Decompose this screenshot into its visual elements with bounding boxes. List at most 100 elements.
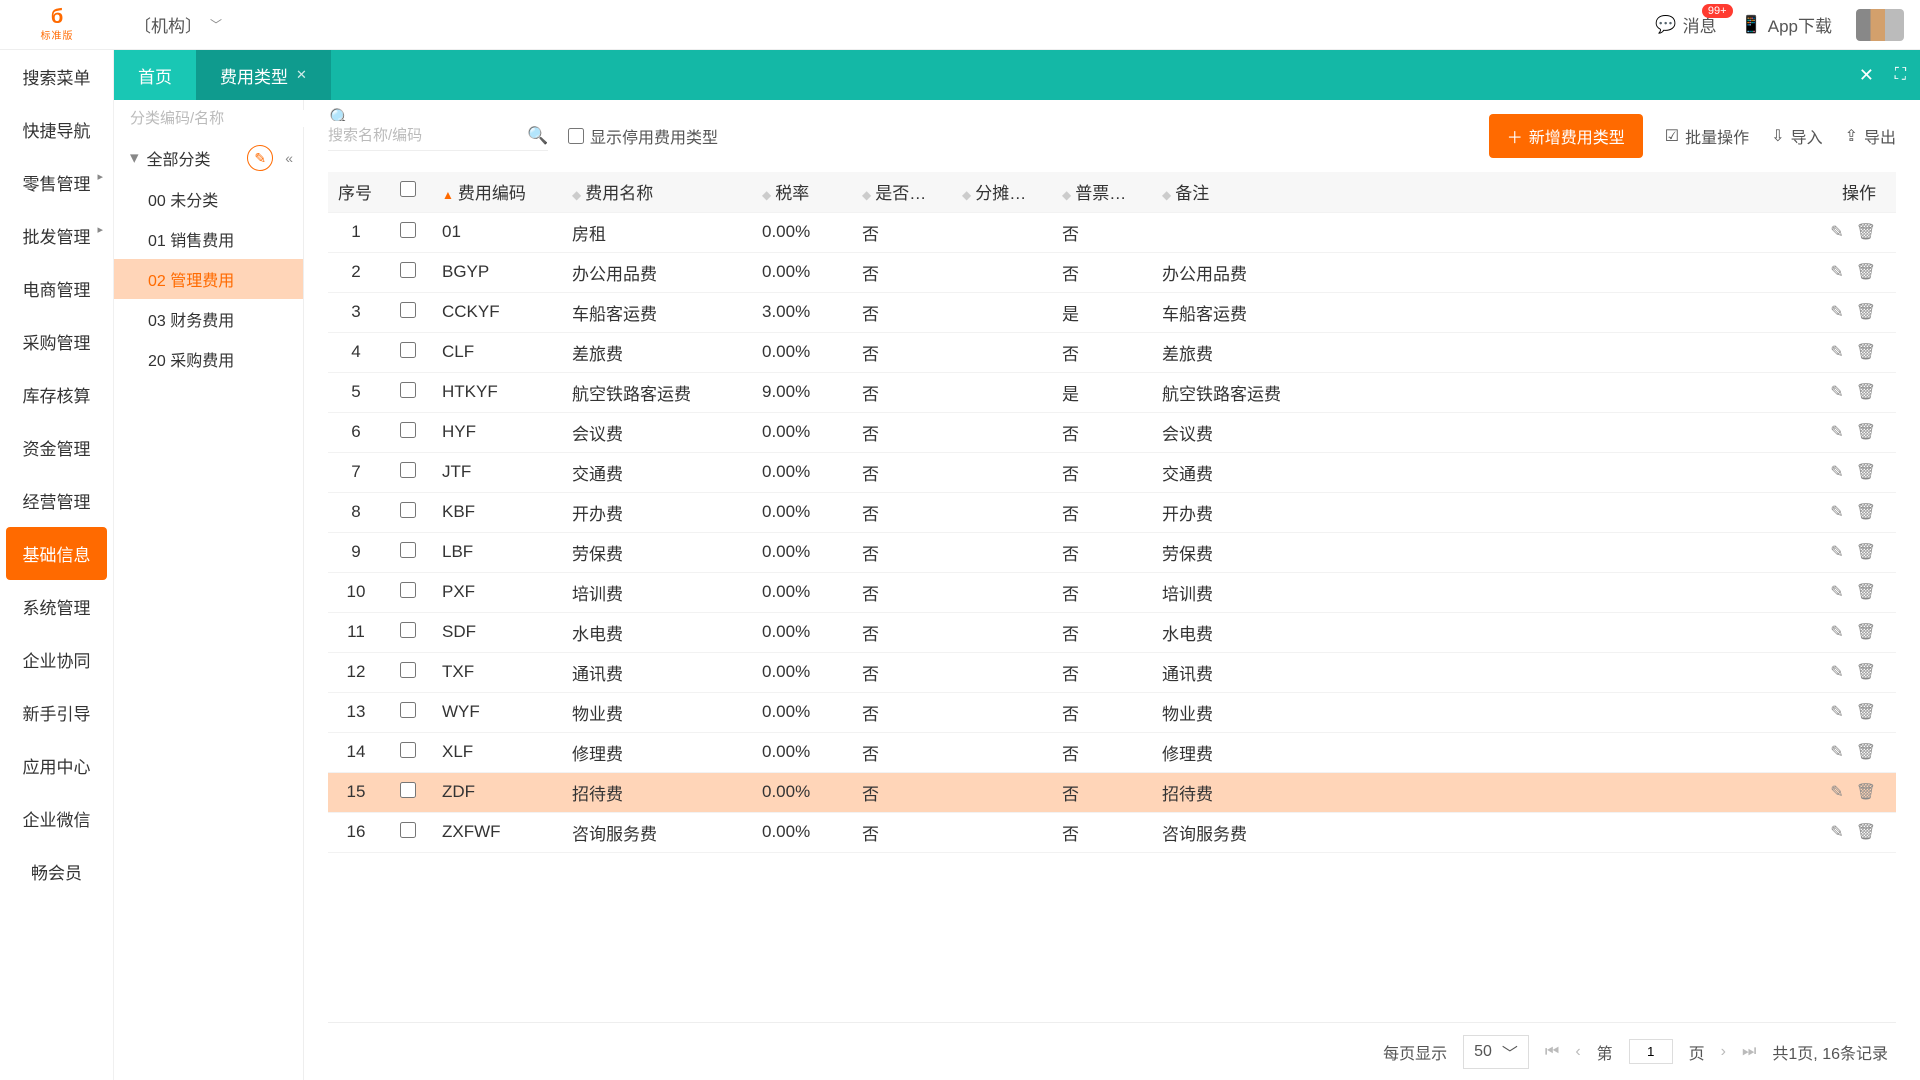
category-all[interactable]: 全部分类 — [147, 146, 240, 170]
select-all-checkbox[interactable] — [400, 181, 416, 197]
user-avatar[interactable] — [1856, 9, 1904, 41]
edit-icon[interactable]: ✎ — [1830, 344, 1843, 361]
col-code[interactable]: ▲费用编码 — [432, 172, 562, 212]
row-checkbox[interactable] — [400, 542, 416, 558]
sidebar-item[interactable]: 快捷导航 — [0, 103, 113, 156]
sidebar-item[interactable]: 电商管理 — [0, 262, 113, 315]
category-search-input[interactable] — [130, 110, 329, 127]
row-checkbox[interactable] — [400, 222, 416, 238]
delete-icon[interactable]: 🗑 — [1856, 224, 1876, 241]
delete-icon[interactable]: 🗑 — [1856, 704, 1876, 721]
sidebar-item[interactable]: 经营管理 — [0, 474, 113, 527]
row-checkbox[interactable] — [400, 782, 416, 798]
edit-icon[interactable]: ✎ — [1830, 384, 1843, 401]
delete-icon[interactable]: 🗑 — [1856, 504, 1876, 521]
row-checkbox[interactable] — [400, 742, 416, 758]
sidebar-item[interactable]: 新手引导 — [0, 686, 113, 739]
delete-icon[interactable]: 🗑 — [1856, 424, 1876, 441]
category-item[interactable]: 00 未分类 — [114, 179, 303, 219]
sidebar-item[interactable]: 系统管理 — [0, 580, 113, 633]
edit-icon[interactable]: ✎ — [1830, 304, 1843, 321]
edit-icon[interactable]: ✎ — [1830, 664, 1843, 681]
table-row[interactable]: 12TXF通讯费0.00%否否通讯费✎🗑 — [328, 652, 1896, 692]
row-checkbox[interactable] — [400, 822, 416, 838]
delete-icon[interactable]: 🗑 — [1856, 584, 1876, 601]
table-row[interactable]: 2BGYP办公用品费0.00%否否办公用品费✎🗑 — [328, 252, 1896, 292]
table-row[interactable]: 101房租0.00%否否✎🗑 — [328, 212, 1896, 252]
row-checkbox[interactable] — [400, 702, 416, 718]
table-row[interactable]: 7JTF交通费0.00%否否交通费✎🗑 — [328, 452, 1896, 492]
edit-icon[interactable]: ✎ — [1830, 744, 1843, 761]
table-row[interactable]: 14XLF修理费0.00%否否修理费✎🗑 — [328, 732, 1896, 772]
sidebar-item[interactable]: 搜索菜单 — [0, 50, 113, 103]
table-row[interactable]: 15ZDF招待费0.00%否否招待费✎🗑 — [328, 772, 1896, 812]
table-row[interactable]: 6HYF会议费0.00%否否会议费✎🗑 — [328, 412, 1896, 452]
delete-icon[interactable]: 🗑 — [1856, 464, 1876, 481]
page-input[interactable] — [1629, 1039, 1673, 1064]
page-last-icon[interactable]: ⏭ — [1742, 1043, 1756, 1061]
sidebar-item[interactable]: 批发管理 — [0, 209, 113, 262]
add-expense-type-button[interactable]: ＋ 新增费用类型 — [1489, 114, 1643, 158]
export-button[interactable]: ⇪ 导出 — [1845, 124, 1896, 148]
row-checkbox[interactable] — [400, 262, 416, 278]
fullscreen-icon[interactable]: ⛶ — [1895, 66, 1906, 84]
col-yn3[interactable]: ◆普票… — [1052, 172, 1152, 212]
list-search-input[interactable] — [328, 121, 527, 150]
col-name[interactable]: ◆费用名称 — [562, 172, 752, 212]
sidebar-item[interactable]: 采购管理 — [0, 315, 113, 368]
delete-icon[interactable]: 🗑 — [1856, 384, 1876, 401]
close-icon[interactable]: ✕ — [296, 67, 307, 83]
page-next-icon[interactable]: › — [1721, 1043, 1726, 1061]
sidebar-item[interactable]: 应用中心 — [0, 739, 113, 792]
edit-icon[interactable]: ✎ — [1830, 704, 1843, 721]
col-rate[interactable]: ◆税率 — [752, 172, 852, 212]
row-checkbox[interactable] — [400, 302, 416, 318]
edit-icon[interactable]: ✎ — [1830, 784, 1843, 801]
collapse-icon[interactable]: ▾ — [130, 148, 139, 168]
table-row[interactable]: 10PXF培训费0.00%否否培训费✎🗑 — [328, 572, 1896, 612]
batch-action-button[interactable]: ☑ 批量操作 — [1665, 124, 1749, 148]
edit-icon[interactable]: ✎ — [1830, 224, 1843, 241]
page-first-icon[interactable]: ⏮ — [1545, 1043, 1559, 1061]
delete-icon[interactable]: 🗑 — [1856, 304, 1876, 321]
edit-icon[interactable]: ✎ — [1830, 624, 1843, 641]
sidebar-item[interactable]: 库存核算 — [0, 368, 113, 421]
edit-icon[interactable]: ✎ — [1830, 264, 1843, 281]
row-checkbox[interactable] — [400, 422, 416, 438]
category-item[interactable]: 20 采购费用 — [114, 339, 303, 379]
category-item[interactable]: 01 销售费用 — [114, 219, 303, 259]
panel-collapse-icon[interactable]: « — [285, 150, 293, 166]
delete-icon[interactable]: 🗑 — [1856, 664, 1876, 681]
delete-icon[interactable]: 🗑 — [1856, 544, 1876, 561]
table-row[interactable]: 16ZXFWF咨询服务费0.00%否否咨询服务费✎🗑 — [328, 812, 1896, 852]
table-row[interactable]: 3CCKYF车船客运费3.00%否是车船客运费✎🗑 — [328, 292, 1896, 332]
edit-icon[interactable]: ✎ — [1830, 424, 1843, 441]
edit-category-icon[interactable]: ✎ — [247, 145, 273, 171]
tab-expense-type[interactable]: 费用类型 ✕ — [196, 50, 331, 100]
sidebar-item[interactable]: 畅会员 — [0, 845, 113, 898]
edit-icon[interactable]: ✎ — [1830, 584, 1843, 601]
col-select-all[interactable] — [384, 172, 432, 212]
table-row[interactable]: 8KBF开办费0.00%否否开办费✎🗑 — [328, 492, 1896, 532]
delete-icon[interactable]: 🗑 — [1856, 824, 1876, 841]
edit-icon[interactable]: ✎ — [1830, 544, 1843, 561]
sidebar-item[interactable]: 资金管理 — [0, 421, 113, 474]
category-item[interactable]: 03 财务费用 — [114, 299, 303, 339]
row-checkbox[interactable] — [400, 582, 416, 598]
row-checkbox[interactable] — [400, 462, 416, 478]
edit-icon[interactable]: ✎ — [1830, 464, 1843, 481]
category-item[interactable]: 02 管理费用 — [114, 259, 303, 299]
sidebar-item[interactable]: 企业协同 — [0, 633, 113, 686]
table-row[interactable]: 9LBF劳保费0.00%否否劳保费✎🗑 — [328, 532, 1896, 572]
delete-icon[interactable]: 🗑 — [1856, 744, 1876, 761]
edit-icon[interactable]: ✎ — [1830, 824, 1843, 841]
row-checkbox[interactable] — [400, 502, 416, 518]
per-page-select[interactable]: 50 ﹀ — [1463, 1035, 1529, 1069]
messages-button[interactable]: 💬 消息 99+ — [1655, 12, 1716, 37]
show-disabled-input[interactable] — [568, 128, 584, 144]
sidebar-item[interactable]: 基础信息 — [6, 527, 107, 580]
col-seq[interactable]: 序号 — [328, 172, 384, 212]
import-button[interactable]: ⇩ 导入 — [1771, 124, 1822, 148]
delete-icon[interactable]: 🗑 — [1856, 784, 1876, 801]
delete-icon[interactable]: 🗑 — [1856, 624, 1876, 641]
